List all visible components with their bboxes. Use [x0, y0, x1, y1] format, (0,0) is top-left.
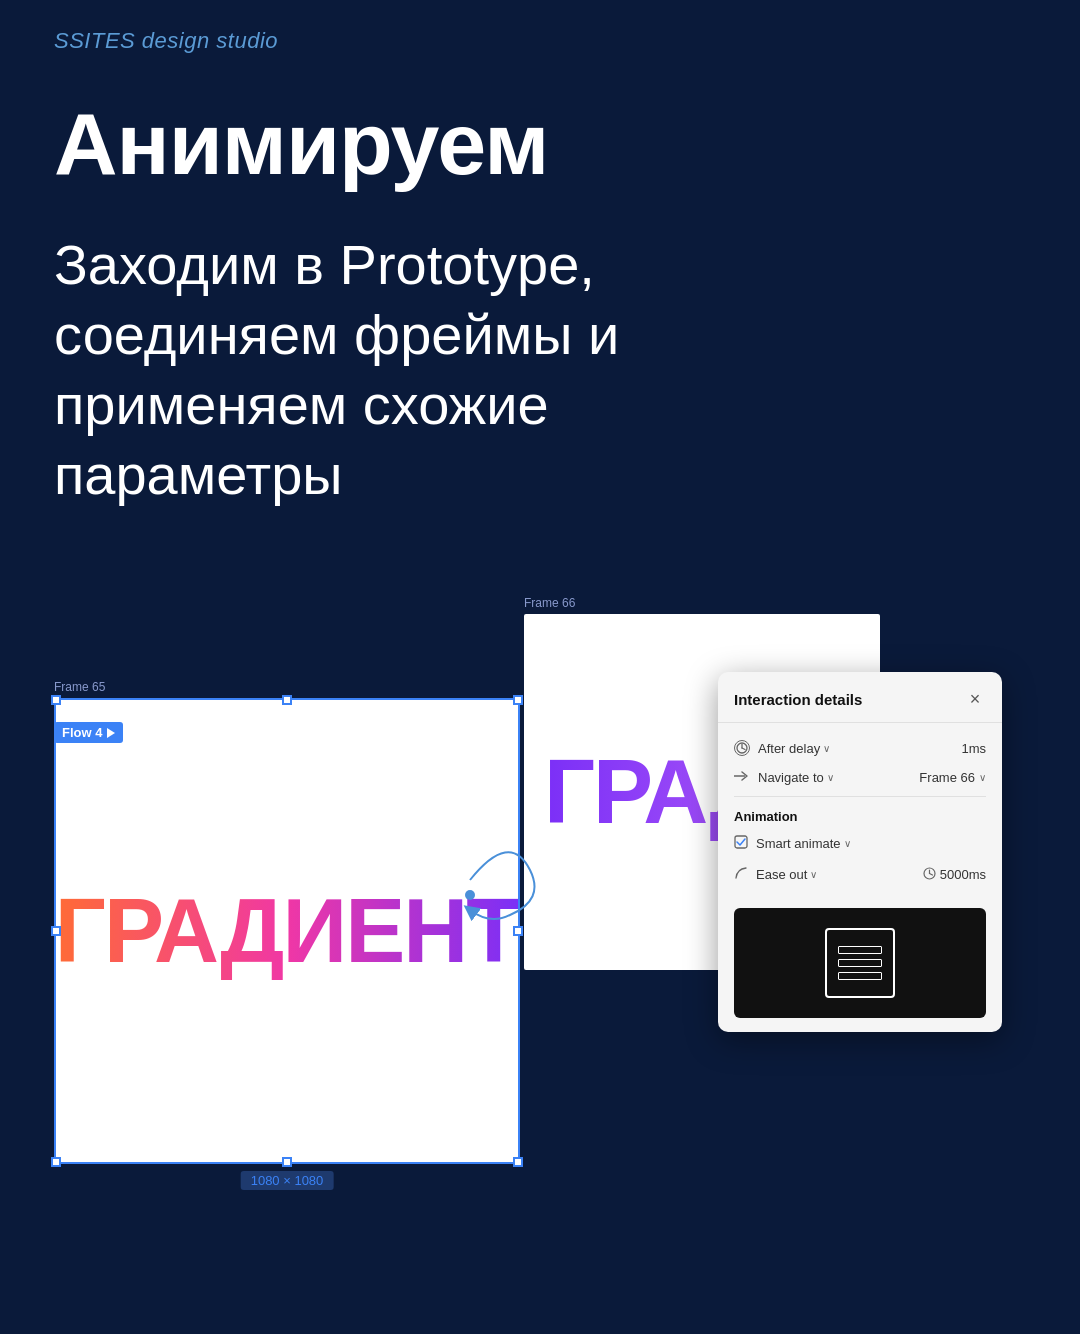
corner-handle — [513, 695, 523, 705]
navigate-to-value[interactable]: Frame 66 ∨ — [919, 770, 986, 785]
thumb-line-2 — [838, 959, 882, 967]
after-delay-left: After delay ∨ — [734, 740, 830, 756]
after-delay-time: 1ms — [961, 741, 986, 756]
smart-animate-dropdown[interactable]: Smart animate ∨ — [756, 836, 851, 851]
duration-clock-icon — [923, 867, 936, 883]
frame65-size: 1080 × 1080 — [241, 1171, 334, 1190]
smart-animate-icon — [734, 835, 748, 852]
frame65-label: Frame 65 — [54, 680, 520, 694]
navigate-to-row: Navigate to ∨ Frame 66 ∨ — [734, 763, 986, 792]
panel-body: After delay ∨ 1ms Navigate to — [718, 723, 1002, 900]
flow-label: Flow 4 — [62, 725, 102, 740]
corner-handle — [513, 926, 523, 936]
navigate-icon — [734, 770, 750, 785]
ease-out-right: 5000ms — [923, 867, 986, 883]
navigate-frame-value: Frame 66 — [919, 770, 975, 785]
thumb-line-3 — [838, 972, 882, 980]
thumbnail-frame-icon — [825, 928, 895, 998]
flow-badge: Flow 4 — [54, 722, 123, 743]
panel-title: Interaction details — [734, 691, 862, 708]
panel-thumbnail — [734, 908, 986, 1018]
corner-handle — [51, 1157, 61, 1167]
divider — [734, 796, 986, 797]
frame66-label: Frame 66 — [524, 596, 880, 610]
after-delay-dropdown[interactable]: After delay ∨ — [758, 741, 830, 756]
smart-animate-caret: ∨ — [844, 838, 851, 849]
svg-line-8 — [929, 873, 932, 875]
smart-animate-left: Smart animate ∨ — [734, 835, 851, 852]
panel-header: Interaction details × — [718, 672, 1002, 723]
frame65-container: Frame 65 Flow 4 ГРАДИЕНТ 1080 × 1080 — [54, 680, 520, 1164]
after-delay-row: After delay ∨ 1ms — [734, 733, 986, 763]
ease-out-dropdown[interactable]: Ease out ∨ — [756, 867, 817, 882]
interaction-panel: Interaction details × After delay ∨ — [718, 672, 1002, 1032]
duration-value: 5000ms — [940, 867, 986, 882]
after-delay-value: 1ms — [961, 741, 986, 756]
corner-handle — [51, 695, 61, 705]
corner-handle — [513, 1157, 523, 1167]
frame65-box: Flow 4 ГРАДИЕНТ 1080 × 1080 — [54, 698, 520, 1164]
ease-out-icon — [734, 866, 748, 883]
navigate-frame-caret: ∨ — [979, 772, 986, 783]
navigate-to-label: Navigate to — [758, 770, 824, 785]
studio-label: SSITES design studio — [54, 28, 278, 54]
ease-out-label: Ease out — [756, 867, 807, 882]
panel-close-button[interactable]: × — [964, 688, 986, 710]
corner-handle — [282, 1157, 292, 1167]
flow-arrow-icon — [107, 728, 115, 738]
clock-icon — [734, 740, 750, 756]
frame65-gradient-text: ГРАДИЕНТ — [55, 880, 519, 983]
smart-animate-label: Smart animate — [756, 836, 841, 851]
after-delay-label: After delay — [758, 741, 820, 756]
smart-animate-row: Smart animate ∨ — [734, 828, 986, 859]
navigate-caret: ∨ — [827, 772, 834, 783]
subtitle: Заходим в Prototype, соединяем фреймы и … — [54, 230, 754, 510]
ease-out-row: Ease out ∨ 5000ms — [734, 859, 986, 890]
ease-out-left: Ease out ∨ — [734, 866, 817, 883]
after-delay-caret: ∨ — [823, 743, 830, 754]
main-title: Анимируем — [54, 100, 548, 188]
corner-handle — [282, 695, 292, 705]
navigate-to-left: Navigate to ∨ — [734, 770, 834, 785]
thumb-line-1 — [838, 946, 882, 954]
corner-handle — [51, 926, 61, 936]
animation-section-title: Animation — [734, 801, 986, 828]
svg-line-3 — [742, 748, 745, 750]
navigate-dropdown[interactable]: Navigate to ∨ — [758, 770, 834, 785]
ease-out-caret: ∨ — [810, 869, 817, 880]
